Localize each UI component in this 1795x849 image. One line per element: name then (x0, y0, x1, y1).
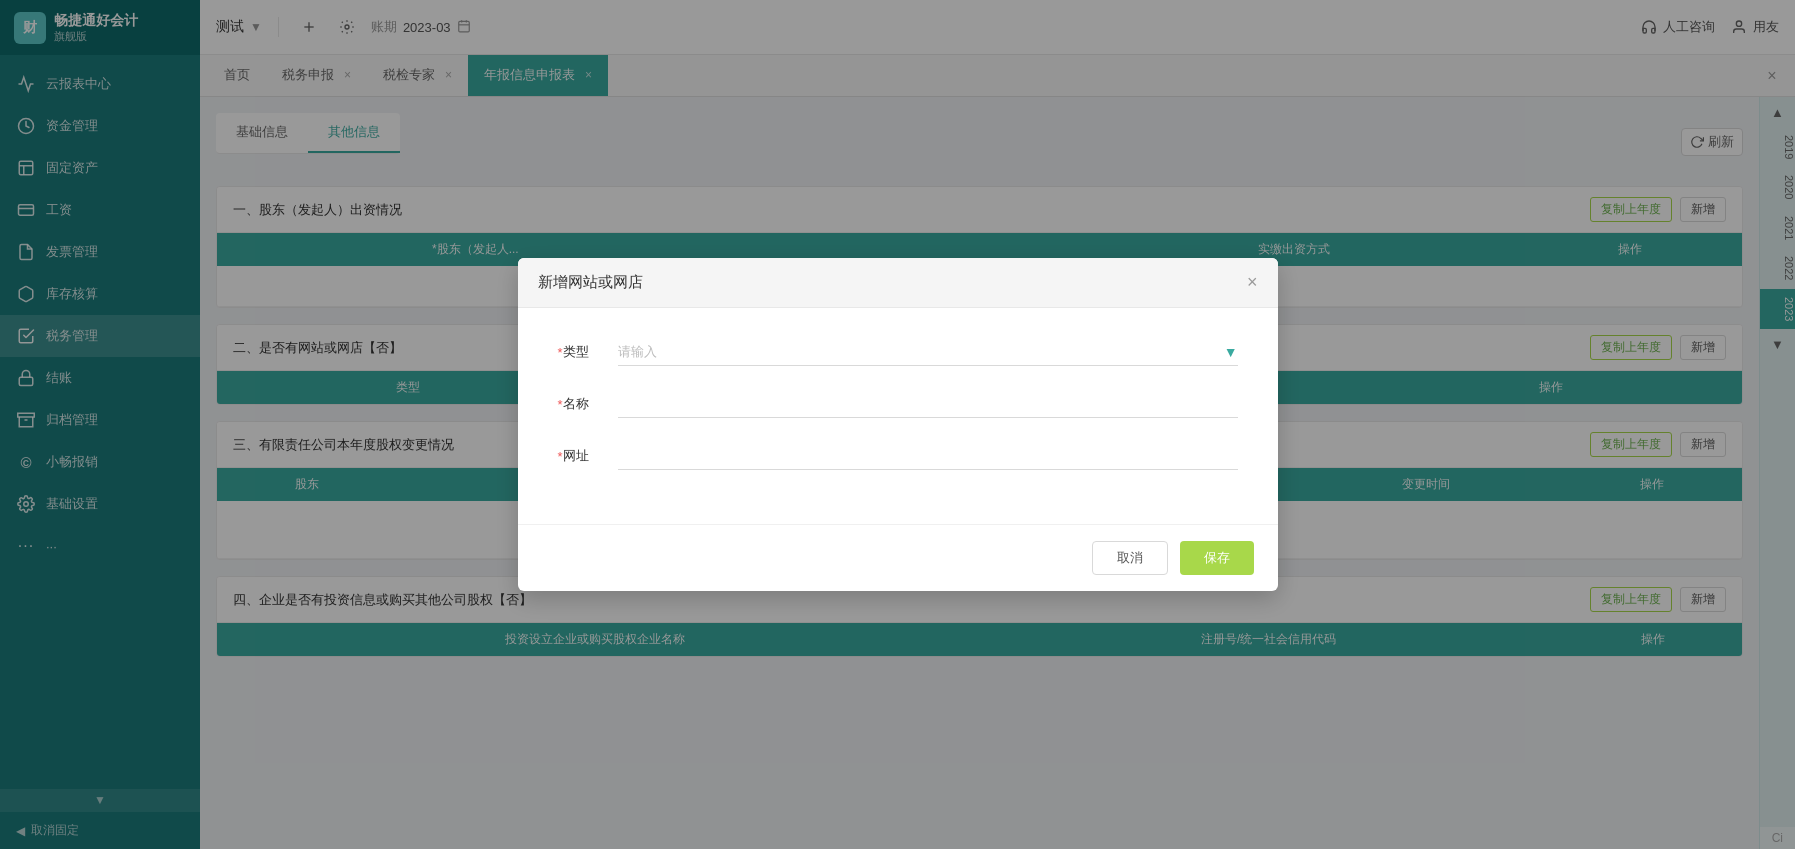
dialog-title: 新增网站或网店 (538, 273, 643, 292)
save-button[interactable]: 保存 (1180, 541, 1254, 575)
add-website-dialog: 新增网站或网店 × *类型 ▼ *名称 (518, 258, 1278, 591)
form-row-type: *类型 ▼ (558, 338, 1238, 366)
cancel-button[interactable]: 取消 (1092, 541, 1168, 575)
type-dropdown-icon[interactable]: ▼ (1224, 344, 1238, 360)
url-input[interactable] (618, 442, 1238, 470)
form-row-url: *网址 (558, 442, 1238, 470)
type-required: * (558, 345, 563, 360)
url-required: * (558, 449, 563, 464)
dialog-footer: 取消 保存 (518, 524, 1278, 591)
name-input[interactable] (618, 390, 1238, 418)
name-label: *名称 (558, 395, 618, 413)
name-field (618, 390, 1238, 418)
dialog-body: *类型 ▼ *名称 *网址 (518, 308, 1278, 524)
name-required: * (558, 397, 563, 412)
url-field (618, 442, 1238, 470)
type-field: ▼ (618, 338, 1238, 366)
dialog-header: 新增网站或网店 × (518, 258, 1278, 308)
type-input[interactable] (618, 338, 1238, 366)
form-row-name: *名称 (558, 390, 1238, 418)
dialog-close-icon[interactable]: × (1247, 272, 1258, 293)
type-label: *类型 (558, 343, 618, 361)
dialog-overlay: 新增网站或网店 × *类型 ▼ *名称 (0, 0, 1795, 849)
url-label: *网址 (558, 447, 618, 465)
